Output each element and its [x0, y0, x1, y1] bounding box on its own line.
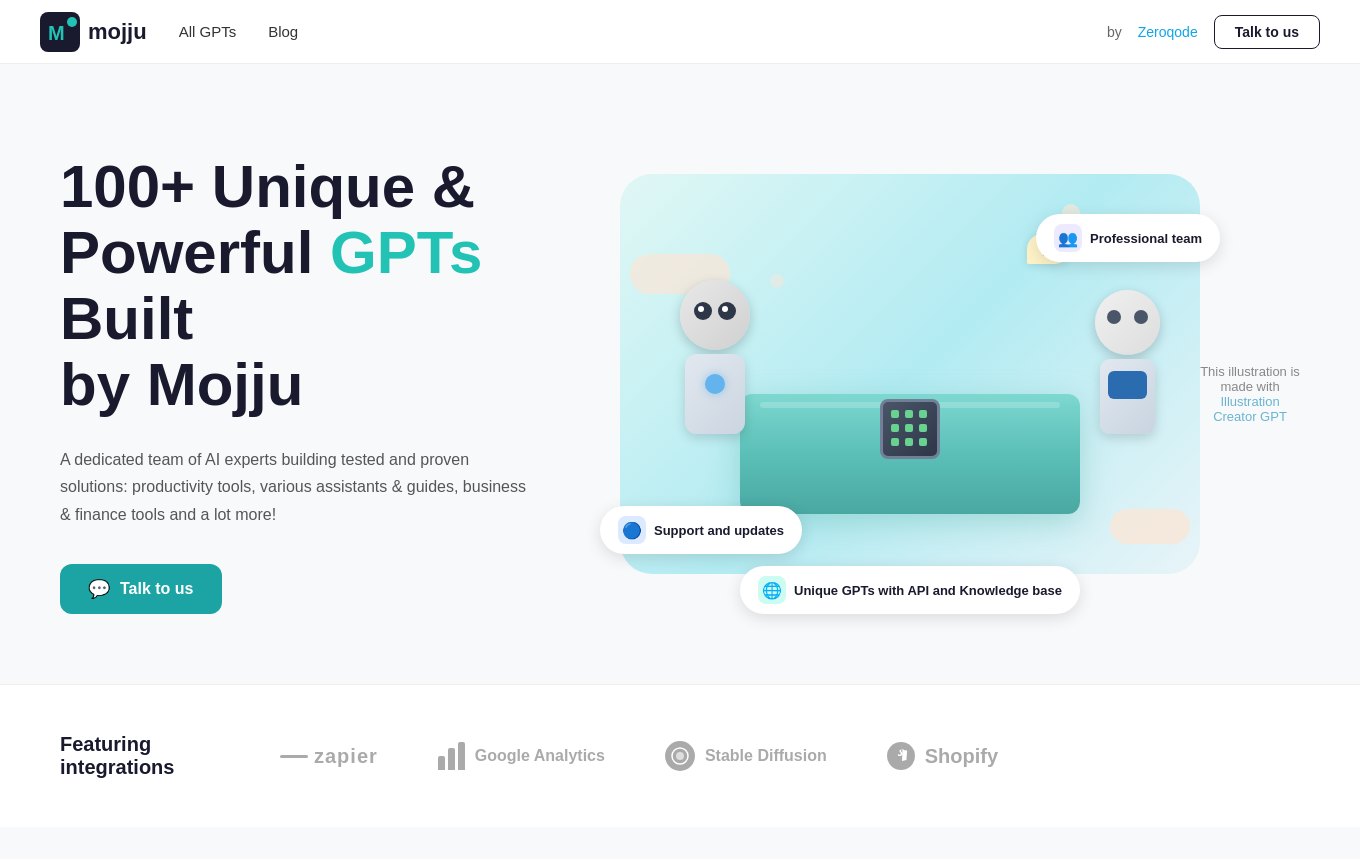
- ga-bar-2: [448, 748, 455, 770]
- zeroqode-link[interactable]: Zeroqode: [1138, 24, 1198, 40]
- hero-description: A dedicated team of AI experts building …: [60, 446, 540, 528]
- robot-left: [680, 280, 750, 434]
- google-analytics-text: Google Analytics: [475, 747, 605, 765]
- talk-btn-hero-label: Talk to us: [120, 580, 194, 598]
- stable-diffusion-text: Stable Diffusion: [705, 747, 827, 765]
- navbar-left: M mojju All GPTs Blog: [40, 12, 298, 52]
- robot-left-chest-light: [705, 374, 725, 394]
- by-label: by: [1107, 24, 1122, 40]
- mojju-logo-icon: M: [40, 12, 80, 52]
- badge-unique-label: Unique GPTs with API and Knowledge base: [794, 583, 1062, 598]
- ga-bar-1: [438, 756, 445, 770]
- robot-right-body: [1100, 359, 1155, 434]
- badge-professional: 👥 Professional team: [1036, 214, 1220, 262]
- badge-unique-icon: 🌐: [758, 576, 786, 604]
- ga-bar-3: [458, 742, 465, 770]
- chip: [880, 399, 940, 459]
- zapier-text: zapier: [314, 745, 378, 768]
- hero-title: 100+ Unique &Powerful GPTs Builtby Mojju: [60, 154, 620, 418]
- shopify-icon: [887, 742, 915, 770]
- chip-dot-3: [919, 410, 927, 418]
- hero-title-part2: Builtby Mojju: [60, 285, 303, 418]
- chip-dot-4: [891, 424, 899, 432]
- hero-content: 100+ Unique &Powerful GPTs Builtby Mojju…: [60, 154, 620, 614]
- illustration-container: 💬 🔵 Support and updates 👥 Professional t…: [620, 174, 1200, 594]
- navbar-right: by Zeroqode Talk to us: [1107, 15, 1320, 49]
- illustration-creator-link[interactable]: Illustration Creator GPT: [1213, 394, 1287, 424]
- deco-ball-3: [770, 274, 784, 288]
- badge-support: 🔵 Support and updates: [600, 506, 802, 554]
- chip-dot-5: [905, 424, 913, 432]
- nav-all-gpts[interactable]: All GPTs: [179, 23, 237, 40]
- api-icon: 🌐: [762, 581, 782, 600]
- hero-section: 100+ Unique &Powerful GPTs Builtby Mojju…: [0, 64, 1360, 684]
- shopify-text: Shopify: [925, 745, 998, 768]
- badge-support-label: Support and updates: [654, 523, 784, 538]
- chip-dot-8: [905, 438, 913, 446]
- google-analytics-logo: Google Analytics: [438, 742, 605, 770]
- nav-blog[interactable]: Blog: [268, 23, 298, 40]
- robot-left-eye-left: [694, 302, 712, 320]
- chip-dot-7: [891, 438, 899, 446]
- zapier-dash: [280, 755, 308, 758]
- stable-diffusion-icon: [665, 741, 695, 771]
- talk-to-us-nav-button[interactable]: Talk to us: [1214, 15, 1320, 49]
- navbar: M mojju All GPTs Blog by Zeroqode Talk t…: [0, 0, 1360, 64]
- robot-right-screen: [1108, 371, 1147, 399]
- chat-icon: 💬: [88, 578, 110, 600]
- shopify-svg: [893, 747, 909, 765]
- badge-professional-icon: 👥: [1054, 224, 1082, 252]
- integrations-inner: Featuring integrations zapier Google Ana…: [60, 733, 1300, 779]
- badge-unique: 🌐 Unique GPTs with API and Knowledge bas…: [740, 566, 1080, 614]
- stable-diffusion-svg: [671, 747, 689, 765]
- support-icon: 🔵: [622, 521, 642, 540]
- hero-title-highlight: GPTs: [330, 219, 482, 286]
- svg-text:M: M: [48, 22, 65, 44]
- integrations-logos: zapier Google Analytics: [280, 741, 1300, 771]
- integrations-section: Featuring integrations zapier Google Ana…: [0, 684, 1360, 827]
- chip-dot-9: [919, 438, 927, 446]
- logo-text: mojju: [88, 19, 147, 45]
- robot-left-eye-right: [718, 302, 736, 320]
- zapier-logo: zapier: [280, 745, 378, 768]
- logo[interactable]: M mojju: [40, 12, 147, 52]
- caption-text: This illustration is made with: [1200, 364, 1300, 394]
- hero-illustration: 💬 🔵 Support and updates 👥 Professional t…: [620, 164, 1300, 604]
- chip-dot-6: [919, 424, 927, 432]
- stable-diffusion-logo: Stable Diffusion: [665, 741, 827, 771]
- cloud-right: [1110, 509, 1190, 544]
- badge-support-icon: 🔵: [618, 516, 646, 544]
- talk-to-us-hero-button[interactable]: 💬 Talk to us: [60, 564, 222, 614]
- google-analytics-icon: [438, 742, 465, 770]
- robot-left-head: [680, 280, 750, 350]
- robot-right-eye-left: [1107, 310, 1121, 324]
- integrations-label: Featuring integrations: [60, 733, 220, 779]
- robot-right-eye-right: [1134, 310, 1148, 324]
- shopify-logo: Shopify: [887, 742, 998, 770]
- svg-point-2: [67, 17, 77, 27]
- robot-right: [1095, 290, 1160, 434]
- robot-right-head: [1095, 290, 1160, 355]
- robot-left-body: [685, 354, 745, 434]
- chip-dot-2: [905, 410, 913, 418]
- badge-professional-label: Professional team: [1090, 231, 1202, 246]
- illustration-caption: This illustration is made with Illustrat…: [1200, 364, 1300, 424]
- team-icon: 👥: [1058, 229, 1078, 248]
- chip-dot-1: [891, 410, 899, 418]
- svg-point-4: [676, 752, 684, 760]
